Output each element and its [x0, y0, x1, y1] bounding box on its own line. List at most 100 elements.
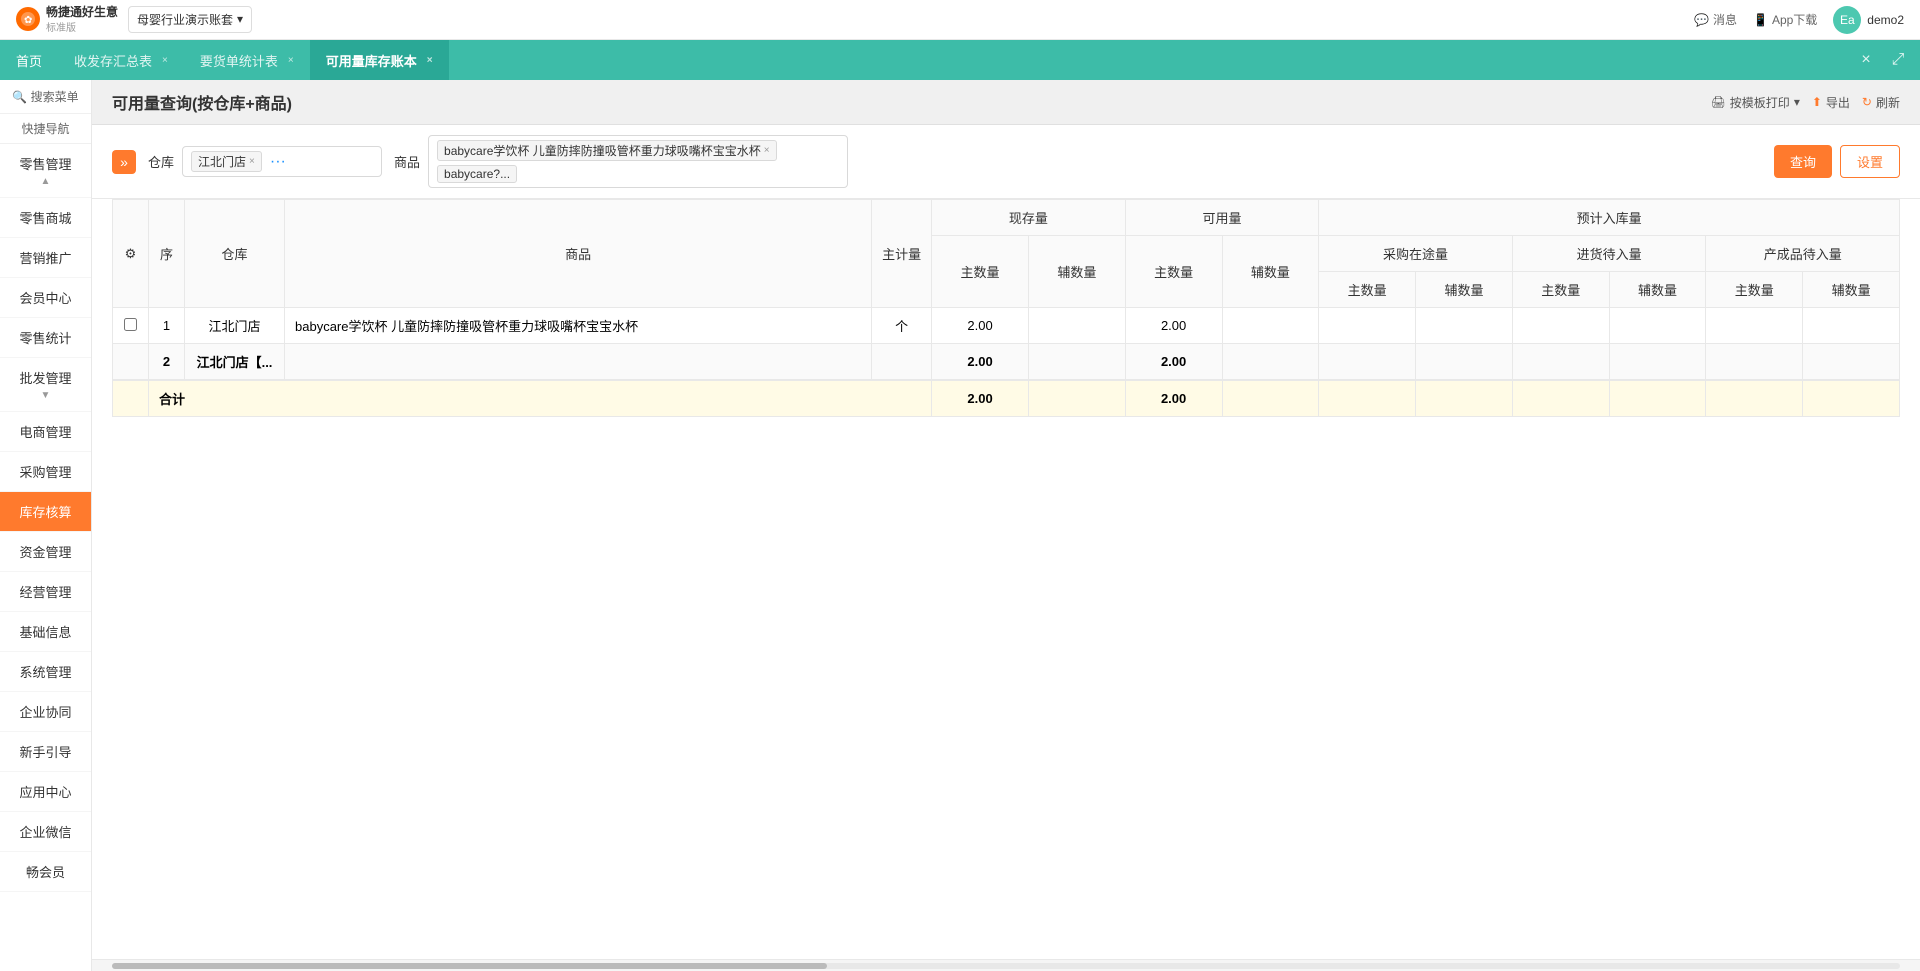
- settings-btn[interactable]: 设置: [1840, 145, 1900, 178]
- sidebar-item-ops-mgmt[interactable]: 经营管理: [0, 572, 91, 612]
- user-area[interactable]: Ea demo2: [1833, 6, 1904, 34]
- tab-home[interactable]: 首页: [0, 40, 58, 80]
- filter-product-tag-1[interactable]: babycare?...: [437, 165, 517, 183]
- col-header-incoming: 进货待入量: [1512, 236, 1706, 272]
- checkbox-1[interactable]: [124, 318, 137, 331]
- sidebar-item-retail-stats[interactable]: 零售统计: [0, 318, 91, 358]
- row-2-incoming-aux: [1609, 344, 1706, 381]
- row-2-index: 2: [149, 344, 185, 381]
- tab-available-stock[interactable]: 可用量库存账本 ×: [310, 40, 449, 80]
- sidebar-item-retail-mall[interactable]: 零售商城: [0, 198, 91, 238]
- refresh-btn[interactable]: ↻ 刷新: [1862, 94, 1900, 111]
- tab-receive-summary[interactable]: 收发存汇总表 ×: [58, 40, 184, 80]
- message-icon: 💬: [1694, 13, 1709, 27]
- print-icon: 🖨: [1711, 95, 1726, 109]
- print-dropdown-icon: ▾: [1794, 95, 1800, 109]
- filter-expand-btn[interactable]: »: [112, 150, 136, 174]
- sidebar-quick-nav[interactable]: 快捷导航: [0, 114, 91, 144]
- footer-avail-main: 2.00: [1125, 380, 1222, 417]
- sidebar-item-member[interactable]: 畅会员: [0, 852, 91, 892]
- col-header-current-stock: 现存量: [932, 200, 1126, 236]
- filter-warehouse-tag-0[interactable]: 江北门店 ×: [191, 151, 262, 172]
- tab-order-stats-label: 要货单统计表: [200, 51, 278, 70]
- filter-product-tag-0-remove[interactable]: ×: [764, 145, 770, 156]
- tab-order-stats-close[interactable]: ×: [288, 55, 294, 66]
- sidebar-item-finance[interactable]: 资金管理: [0, 532, 91, 572]
- org-selector[interactable]: 母婴行业演示账套 ▾: [128, 6, 252, 33]
- scroll-track[interactable]: [112, 963, 1900, 969]
- scroll-thumb[interactable]: [112, 963, 827, 969]
- footer-avail-aux: [1222, 380, 1319, 417]
- tab-available-stock-close[interactable]: ×: [427, 55, 433, 66]
- sidebar-search[interactable]: 🔍 搜索菜单: [0, 80, 91, 114]
- template-print-btn[interactable]: 🖨 按模板打印 ▾: [1711, 94, 1800, 111]
- row-1-avail-aux: [1222, 308, 1319, 344]
- sidebar-item-wholesale-mgmt[interactable]: 批发管理 ▼: [0, 358, 91, 412]
- sidebar-item-wholesale-mgmt-label: 批发管理: [19, 368, 71, 387]
- logo-text: 畅捷通好生意: [46, 5, 118, 19]
- logo-sub: 标准版: [46, 19, 118, 34]
- sidebar-item-ecommerce[interactable]: 电商管理: [0, 412, 91, 452]
- tab-receive-summary-close[interactable]: ×: [162, 55, 168, 66]
- sidebar-item-inventory[interactable]: 库存核算: [0, 492, 91, 532]
- app-download-btn[interactable]: 📱 App下载: [1753, 11, 1817, 28]
- message-btn[interactable]: 💬 消息: [1694, 11, 1737, 28]
- filter-product-tag-area[interactable]: babycare学饮杯 儿童防摔防撞吸管杯重力球吸嘴杯宝宝水杯 × babyca…: [428, 135, 848, 188]
- sidebar-item-app-center[interactable]: 应用中心: [0, 772, 91, 812]
- col-header-purchase-aux: 辅数量: [1416, 272, 1513, 308]
- chevron-down-icon: ▼: [41, 390, 51, 401]
- sidebar-item-purchase-mgmt-label: 采购管理: [19, 462, 71, 481]
- col-header-product: 商品: [285, 200, 872, 308]
- top-bar-right: 💬 消息 📱 App下载 Ea demo2: [1694, 6, 1904, 34]
- filter-warehouse-dots[interactable]: ···: [270, 153, 286, 171]
- org-selector-label: 母婴行业演示账套: [137, 11, 233, 28]
- filter-warehouse-tag-area[interactable]: 江北门店 × ···: [182, 146, 382, 177]
- filter-product-tag-1-text: babycare?...: [444, 167, 510, 181]
- filter-warehouse-tag-0-remove[interactable]: ×: [249, 156, 255, 167]
- settings-icon: ⚙: [125, 246, 137, 261]
- sidebar-item-inventory-label: 库存核算: [19, 502, 71, 521]
- sidebar-item-member-center[interactable]: 会员中心: [0, 278, 91, 318]
- col-header-forecast: 预计入库量: [1319, 200, 1900, 236]
- footer-current-aux: [1028, 380, 1125, 417]
- sidebar-item-retail-stats-label: 零售统计: [19, 328, 71, 347]
- sidebar-item-enterprise[interactable]: 企业协同: [0, 692, 91, 732]
- export-btn[interactable]: ⬆ 导出: [1812, 94, 1850, 111]
- col-header-current-main: 主数量: [932, 236, 1029, 308]
- row-1-product: babycare学饮杯 儿童防摔防撞吸管杯重力球吸嘴杯宝宝水杯: [285, 308, 872, 344]
- app-download-icon: 📱: [1753, 13, 1768, 27]
- sidebar-item-finance-label: 资金管理: [19, 542, 71, 561]
- row-2-purchase-aux: [1416, 344, 1513, 381]
- close-all-btn[interactable]: ×: [1852, 46, 1880, 74]
- filter-warehouse-label: 仓库: [148, 152, 174, 171]
- tab-order-stats[interactable]: 要货单统计表 ×: [184, 40, 310, 80]
- query-btn[interactable]: 查询: [1774, 145, 1832, 178]
- row-1-incoming-aux: [1609, 308, 1706, 344]
- scroll-bar-area: [92, 959, 1920, 971]
- col-header-incoming-aux: 辅数量: [1609, 272, 1706, 308]
- sidebar-item-basic-info-label: 基础信息: [19, 622, 71, 641]
- filter-product-tag-0[interactable]: babycare学饮杯 儿童防摔防撞吸管杯重力球吸嘴杯宝宝水杯 ×: [437, 140, 777, 161]
- sidebar-item-marketing[interactable]: 营销推广: [0, 238, 91, 278]
- row-2-product: [285, 344, 872, 381]
- sidebar-item-ecommerce-label: 电商管理: [19, 422, 71, 441]
- sidebar-item-wechat-work[interactable]: 企业微信: [0, 812, 91, 852]
- sidebar-item-basic-info[interactable]: 基础信息: [0, 612, 91, 652]
- sidebar-item-marketing-label: 营销推广: [19, 248, 71, 267]
- footer-purchase-aux: [1416, 380, 1513, 417]
- settings-col-header[interactable]: ⚙: [113, 200, 149, 308]
- expand-btn[interactable]: ⤢: [1884, 46, 1912, 74]
- col-header-current-aux: 辅数量: [1028, 236, 1125, 308]
- row-2-current-main: 2.00: [932, 344, 1029, 381]
- sidebar-item-sys-mgmt[interactable]: 系统管理: [0, 652, 91, 692]
- refresh-icon: ↻: [1862, 95, 1872, 109]
- row-2-checkbox[interactable]: [113, 344, 149, 381]
- sidebar-item-purchase-mgmt[interactable]: 采购管理: [0, 452, 91, 492]
- footer-incoming-main: [1512, 380, 1609, 417]
- row-1-checkbox[interactable]: [113, 308, 149, 344]
- col-header-production-main: 主数量: [1706, 272, 1803, 308]
- sidebar-item-retail-mgmt[interactable]: 零售管理 ▲: [0, 144, 91, 198]
- sidebar-item-new-guide[interactable]: 新手引导: [0, 732, 91, 772]
- filter-area: » 仓库 江北门店 × ··· 商品 babycare学饮杯 儿童防摔防撞吸管杯…: [92, 125, 1920, 199]
- tab-available-stock-label: 可用量库存账本: [326, 51, 417, 70]
